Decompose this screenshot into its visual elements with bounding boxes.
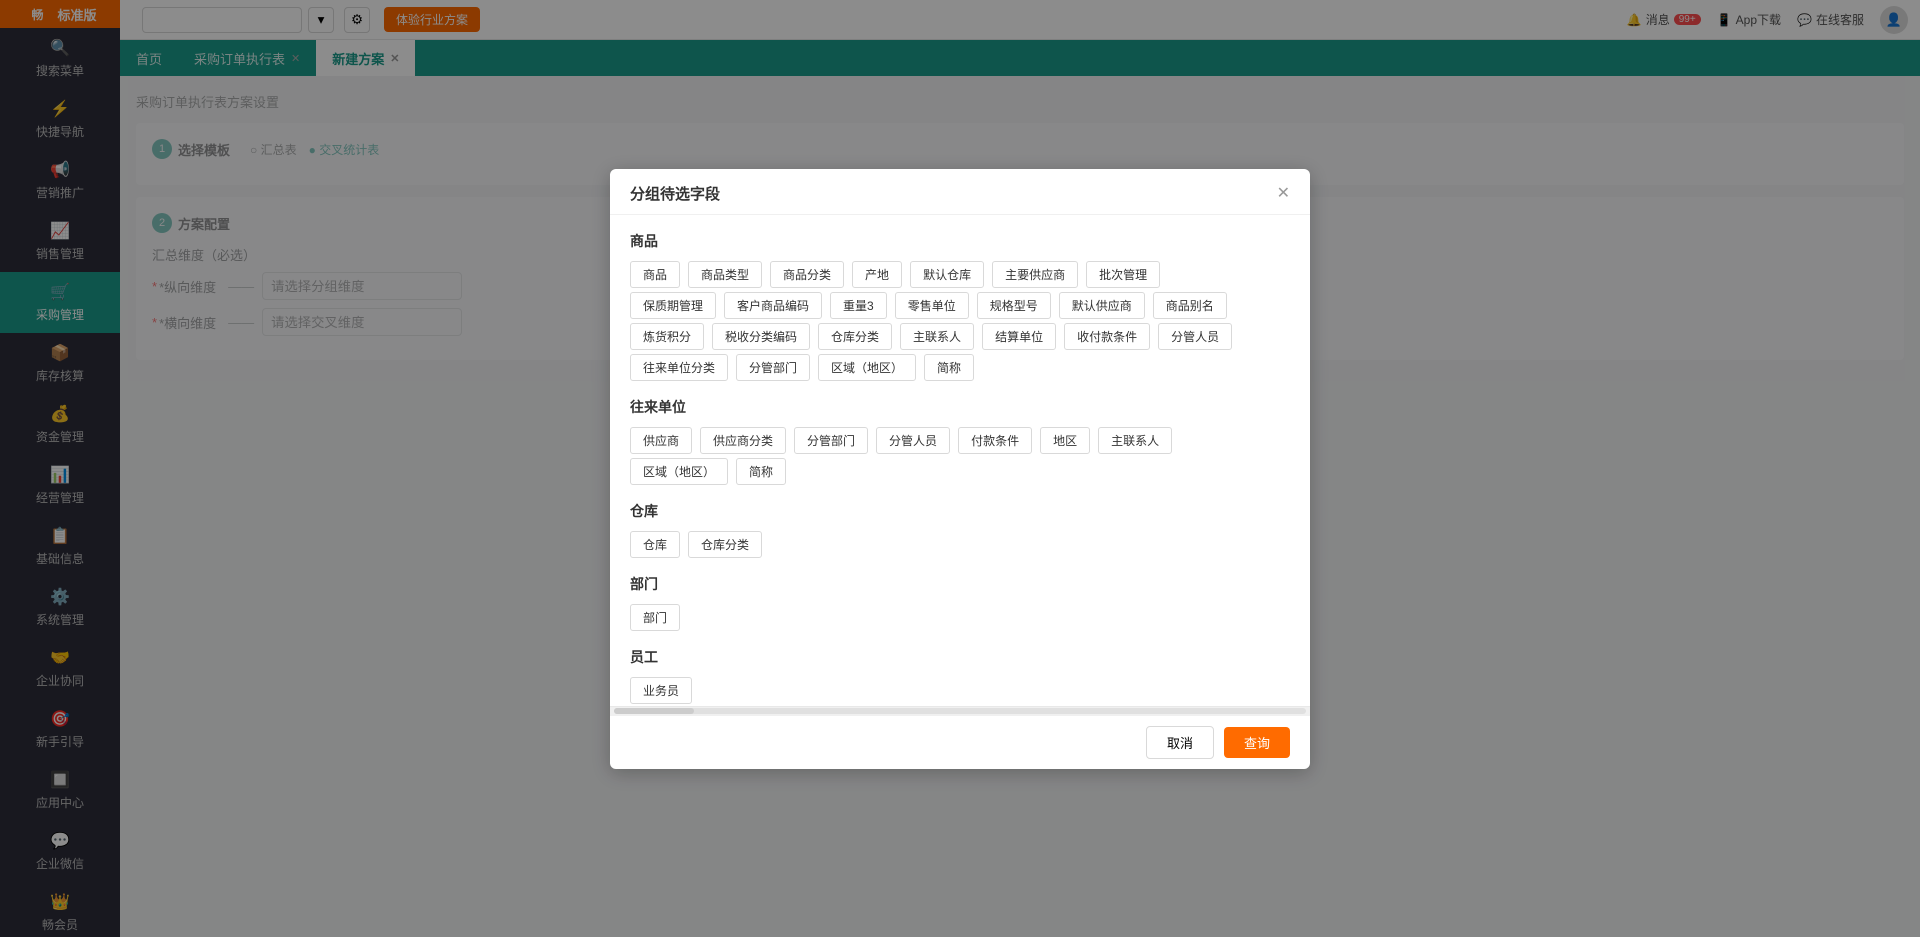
field-partner-abbr[interactable]: 简称 [736,458,786,485]
group-title-employee: 员工 [630,647,1290,667]
modal-header: 分组待选字段 ✕ [610,169,1310,215]
group-title-partner: 往来单位 [630,397,1290,417]
field-default-warehouse[interactable]: 默认仓库 [910,261,984,288]
field-warehouse-type[interactable]: 仓库分类 [688,531,762,558]
cancel-button[interactable]: 取消 [1146,726,1214,759]
field-customer-product-code[interactable]: 客户商品编码 [724,292,822,319]
group-title-warehouse: 仓库 [630,501,1290,521]
fields-row-partner-1: 供应商 供应商分类 分管部门 分管人员 付款条件 地区 主联系人 [630,427,1290,454]
field-dept[interactable]: 部门 [630,604,680,631]
modal-overlay: 分组待选字段 ✕ 商品 商品 商品类型 商品分类 产地 默认仓库 主要供应商 批… [0,0,1920,937]
field-partner-division-dept[interactable]: 分管部门 [794,427,868,454]
field-product-alias[interactable]: 商品别名 [1153,292,1227,319]
field-partner-main-contact[interactable]: 主联系人 [1098,427,1172,454]
field-supplier-category[interactable]: 供应商分类 [700,427,786,454]
field-assigned-person[interactable]: 分管人员 [1158,323,1232,350]
field-division-dept[interactable]: 分管部门 [736,354,810,381]
fields-row-dept: 部门 [630,604,1290,631]
field-district[interactable]: 地区 [1040,427,1090,454]
group-title-product: 商品 [630,231,1290,251]
modal-horizontal-scrollbar[interactable] [610,706,1310,715]
modal-title: 分组待选字段 [630,183,720,204]
fields-row-product-4: 往来单位分类 分管部门 区域（地区） 简称 [630,354,1290,381]
modal-footer: 取消 查询 [610,715,1310,769]
field-region-area[interactable]: 区域（地区） [818,354,916,381]
field-partner-category[interactable]: 往来单位分类 [630,354,728,381]
fields-row-employee: 业务员 [630,677,1290,704]
field-warehouse[interactable]: 仓库 [630,531,680,558]
field-product[interactable]: 商品 [630,261,680,288]
field-partner-region[interactable]: 区域（地区） [630,458,728,485]
fields-row-product-2: 保质期管理 客户商品编码 重量3 零售单位 规格型号 默认供应商 商品别名 [630,292,1290,319]
field-product-category[interactable]: 商品分类 [770,261,844,288]
fields-row-product-3: 炼货积分 税收分类编码 仓库分类 主联系人 结算单位 收付款条件 分管人员 [630,323,1290,350]
field-abbreviation[interactable]: 简称 [924,354,974,381]
confirm-button[interactable]: 查询 [1224,727,1290,758]
hscroll-track [614,708,1306,714]
fields-row-product-1: 商品 商品类型 商品分类 产地 默认仓库 主要供应商 批次管理 [630,261,1290,288]
field-main-supplier[interactable]: 主要供应商 [992,261,1078,288]
group-title-dept: 部门 [630,574,1290,594]
hscroll-thumb [614,708,694,714]
field-payment-conditions[interactable]: 收付款条件 [1064,323,1150,350]
field-supplier[interactable]: 供应商 [630,427,692,454]
field-spec-model[interactable]: 规格型号 [977,292,1051,319]
field-weight3[interactable]: 重量3 [830,292,887,319]
field-salesperson[interactable]: 业务员 [630,677,692,704]
fields-row-warehouse: 仓库 仓库分类 [630,531,1290,558]
field-main-contact[interactable]: 主联系人 [900,323,974,350]
fields-row-partner-2: 区域（地区） 简称 [630,458,1290,485]
modal-body[interactable]: 商品 商品 商品类型 商品分类 产地 默认仓库 主要供应商 批次管理 保质期管理… [610,215,1310,706]
field-origin[interactable]: 产地 [852,261,902,288]
field-retail-unit[interactable]: 零售单位 [895,292,969,319]
field-tax-code[interactable]: 税收分类编码 [712,323,810,350]
field-refine-points[interactable]: 炼货积分 [630,323,704,350]
field-expiry-management[interactable]: 保质期管理 [630,292,716,319]
field-partner-division-person[interactable]: 分管人员 [876,427,950,454]
field-select-modal: 分组待选字段 ✕ 商品 商品 商品类型 商品分类 产地 默认仓库 主要供应商 批… [610,169,1310,769]
modal-close-button[interactable]: ✕ [1277,183,1290,203]
field-default-supplier[interactable]: 默认供应商 [1059,292,1145,319]
field-settlement-unit[interactable]: 结算单位 [982,323,1056,350]
field-payment-term[interactable]: 付款条件 [958,427,1032,454]
field-product-type[interactable]: 商品类型 [688,261,762,288]
field-warehouse-category[interactable]: 仓库分类 [818,323,892,350]
field-batch-management[interactable]: 批次管理 [1086,261,1160,288]
